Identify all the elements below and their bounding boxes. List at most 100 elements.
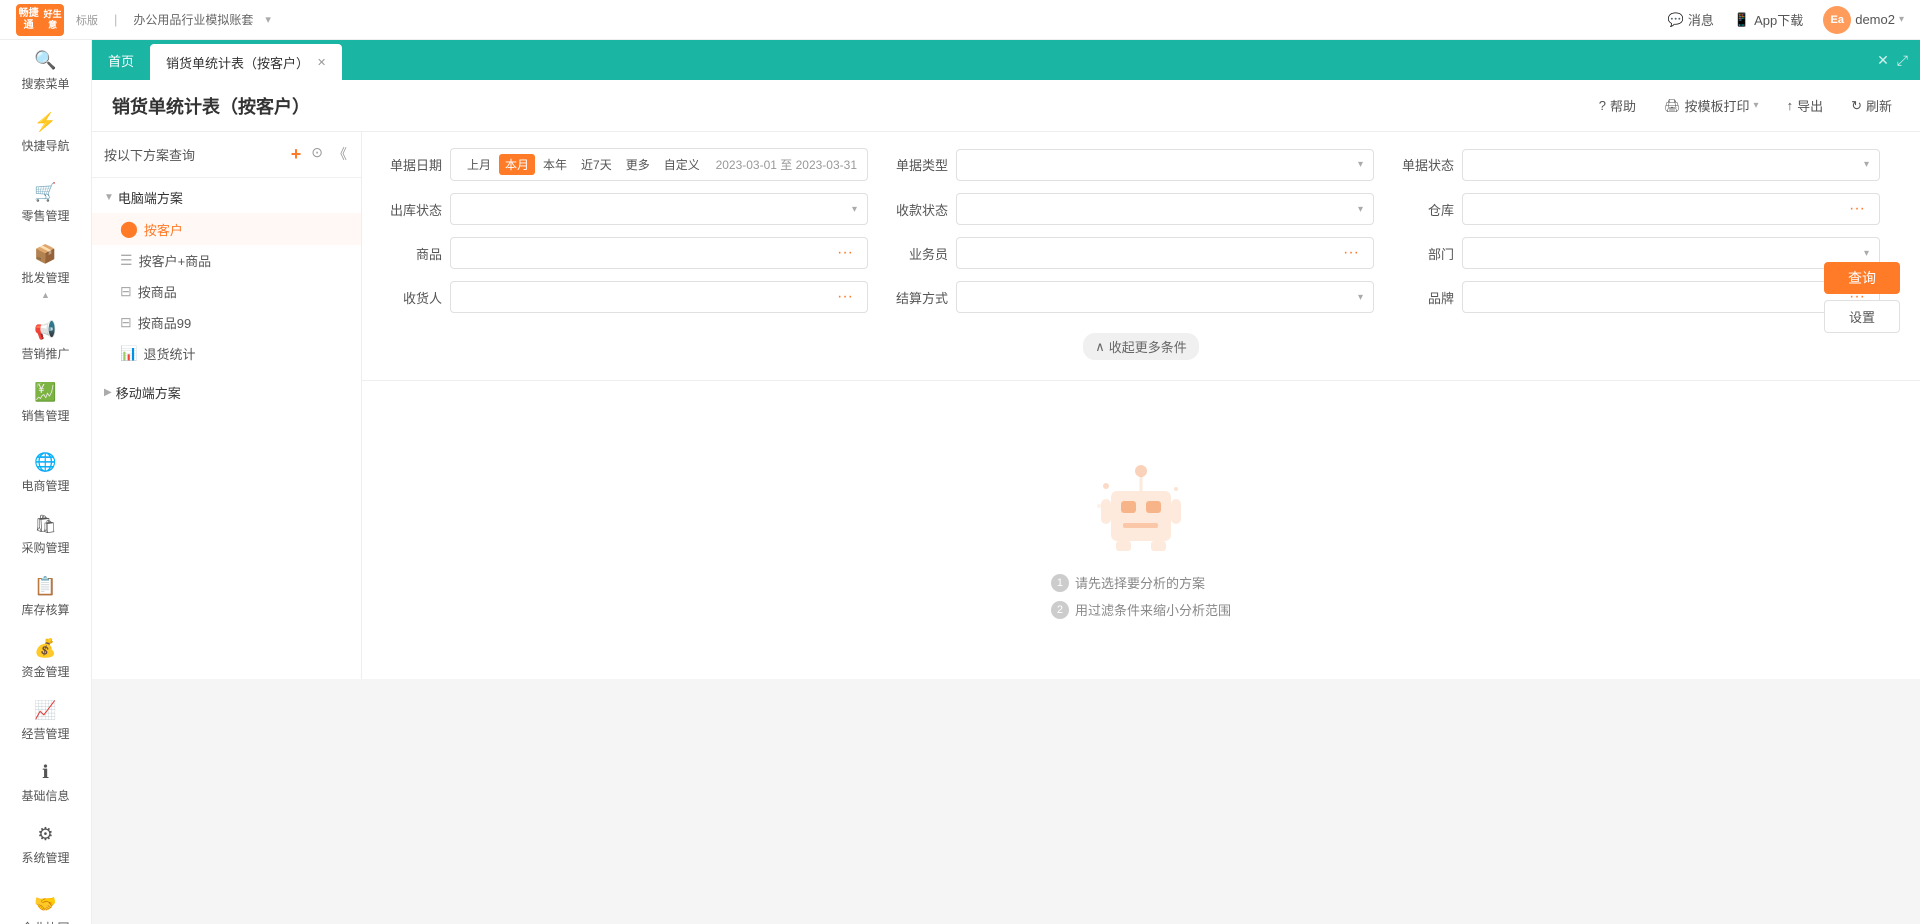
consignee-input[interactable]: ···: [450, 281, 868, 313]
date-tab-this-month[interactable]: 本月: [499, 154, 535, 175]
finance-icon: 💰: [34, 638, 56, 659]
date-tab-this-year[interactable]: 本年: [537, 154, 573, 175]
empty-tips: 1 请先选择要分析的方案 2 用过滤条件来缩小分析范围: [1051, 573, 1231, 619]
scheme-item-icon-return-stats: 📊: [120, 345, 137, 362]
product-dots[interactable]: ···: [833, 244, 857, 262]
print-button[interactable]: 🖨 按模板打印 ▾: [1656, 92, 1767, 119]
scheme-group-arrow-mobile: ▶: [104, 387, 112, 398]
scheme-item-by-customer-product[interactable]: ☰ 按客户+商品: [92, 245, 361, 276]
page-content: 销货单统计表（按客户） ? 帮助 🖨 按模板打印 ▾ ↑: [92, 80, 1920, 924]
wholesale-expand-icon: ▲: [41, 290, 50, 300]
scheme-item-return-stats[interactable]: 📊 退货统计: [92, 338, 361, 369]
tab-home[interactable]: 首页: [92, 40, 150, 80]
message-button[interactable]: 💬 消息: [1668, 10, 1714, 29]
scheme-collapse-button[interactable]: 《: [331, 142, 349, 167]
receipt-status-label: 收款状态: [888, 200, 948, 219]
wholesale-icon: 📦: [34, 244, 56, 265]
filter-row-1: 单据日期 上月 本月 本年 近7天 更多 自定义: [382, 148, 1900, 181]
tab-close-button[interactable]: ✕: [317, 56, 326, 69]
date-tab-last-month[interactable]: 上月: [461, 154, 497, 175]
avatar: Ea: [1823, 6, 1851, 34]
sidebar-item-inventory[interactable]: 📋 库存核算: [0, 566, 91, 628]
enterprise-icon: 🤝: [34, 894, 56, 915]
scheme-add-button[interactable]: +: [289, 142, 304, 167]
filter-cell-bill-type: 单据类型 ▾: [888, 149, 1394, 181]
bill-type-dropdown-icon: ▾: [1358, 159, 1363, 170]
sidebar-item-operations[interactable]: 📈 经营管理: [0, 690, 91, 752]
settlement-dropdown-icon: ▾: [1358, 292, 1363, 303]
system-icon: ⚙: [37, 824, 53, 845]
page-header: 销货单统计表（按客户） ? 帮助 🖨 按模板打印 ▾ ↑: [92, 80, 1920, 132]
tab-maximize-button[interactable]: ⤢: [1897, 52, 1908, 69]
consignee-dots[interactable]: ···: [833, 288, 857, 306]
filter-panel: 按以下方案查询 + ⊙ 《 ▼ 电脑端方案: [92, 132, 1920, 679]
download-icon: 📱: [1734, 12, 1750, 28]
sidebar-item-sales-mgmt[interactable]: 💹 销售管理: [0, 372, 91, 434]
scheme-item-by-customer[interactable]: ⬤ 按客户: [92, 213, 361, 245]
settlement-input[interactable]: ▾: [956, 281, 1374, 313]
sidebar-item-ecommerce[interactable]: 🌐 电商管理: [0, 442, 91, 504]
date-tab-7days[interactable]: 近7天: [575, 154, 618, 175]
query-button[interactable]: 查询: [1824, 262, 1900, 294]
main-layout: 🔍 搜索菜单 ⚡ 快捷导航 🛒 零售管理 📦 批发管理 ▲ 📢 营销推广: [0, 40, 1920, 924]
sidebar: 🔍 搜索菜单 ⚡ 快捷导航 🛒 零售管理 📦 批发管理 ▲ 📢 营销推广: [0, 40, 92, 924]
sidebar-item-search[interactable]: 🔍 搜索菜单: [0, 40, 91, 102]
refresh-button[interactable]: ↻ 刷新: [1843, 92, 1900, 119]
top-bar: 畅捷通 好生意 标版 | 办公用品行业模拟账套 ▾ 💬 消息 📱 App下载 E…: [0, 0, 1920, 40]
scheme-item-by-product[interactable]: ⊟ 按商品: [92, 276, 361, 307]
out-status-input[interactable]: ▾: [450, 193, 868, 225]
help-button[interactable]: ? 帮助: [1591, 92, 1644, 119]
scheme-item-icon-by-customer: ⬤: [120, 219, 138, 239]
tab-close-all-button[interactable]: ✕: [1877, 52, 1889, 69]
scheme-header-title: 按以下方案查询: [104, 145, 195, 164]
scheme-group-mobile[interactable]: ▶ 移动端方案: [92, 377, 361, 408]
warehouse-label: 仓库: [1394, 200, 1454, 219]
filter-right: 单据日期 上月 本月 本年 近7天 更多 自定义: [362, 132, 1920, 679]
date-tab-custom[interactable]: 自定义: [658, 154, 706, 175]
scheme-item-by-product-99[interactable]: ⊟ 按商品99: [92, 307, 361, 338]
tab-bar: 首页 销货单统计表（按客户） ✕ ✕ ⤢: [92, 40, 1920, 80]
settings-button[interactable]: 设置: [1824, 300, 1900, 333]
user-profile[interactable]: Ea demo2 ▾: [1823, 6, 1904, 34]
app-subtitle: 标版: [76, 12, 98, 28]
quick-nav-icon: ⚡: [34, 112, 56, 133]
sidebar-item-basic-info[interactable]: ℹ 基础信息: [0, 752, 91, 814]
brand-input[interactable]: ···: [1462, 281, 1880, 313]
salesperson-dots[interactable]: ···: [1339, 244, 1363, 262]
collapse-button[interactable]: ∧ 收起更多条件: [1083, 333, 1199, 360]
page-title: 销货单统计表（按客户）: [112, 93, 310, 119]
salesperson-input[interactable]: ···: [956, 237, 1374, 269]
receipt-status-input[interactable]: ▾: [956, 193, 1374, 225]
scheme-desktop-group: ▼ 电脑端方案 ⬤ 按客户 ☰ 按客户+商品: [92, 178, 361, 373]
app-title-dropdown[interactable]: ▾: [265, 13, 271, 26]
sidebar-item-wholesale[interactable]: 📦 批发管理 ▲: [0, 234, 91, 310]
sidebar-item-system[interactable]: ⚙ 系统管理: [0, 814, 91, 876]
warehouse-input[interactable]: ···: [1462, 193, 1880, 225]
export-button[interactable]: ↑ 导出: [1779, 92, 1832, 119]
sidebar-item-purchase[interactable]: 🛍 采购管理: [0, 504, 91, 566]
product-input[interactable]: ···: [450, 237, 868, 269]
out-status-dropdown-icon: ▾: [852, 204, 857, 215]
date-input[interactable]: 上月 本月 本年 近7天 更多 自定义 2023-03-01 至 2023-03…: [450, 148, 868, 181]
app-title[interactable]: 办公用品行业模拟账套: [133, 11, 253, 28]
sidebar-item-quick-nav[interactable]: ⚡ 快捷导航: [0, 102, 91, 164]
content-area: 首页 销货单统计表（按客户） ✕ ✕ ⤢ 销货单统计表（按客户）: [92, 40, 1920, 924]
warehouse-dots[interactable]: ···: [1845, 200, 1869, 218]
date-tab-more[interactable]: 更多: [620, 154, 656, 175]
bill-type-input[interactable]: ▾: [956, 149, 1374, 181]
consignee-label: 收货人: [382, 288, 442, 307]
bill-status-input[interactable]: ▾: [1462, 149, 1880, 181]
date-range-text: 2023-03-01 至 2023-03-31: [716, 156, 857, 173]
inventory-icon: 📋: [34, 576, 56, 597]
scheme-group-desktop[interactable]: ▼ 电脑端方案: [92, 182, 361, 213]
tab-sales-stats[interactable]: 销货单统计表（按客户） ✕: [150, 44, 342, 80]
scheme-settings-button[interactable]: ⊙: [309, 142, 325, 167]
app-download-button[interactable]: 📱 App下载: [1734, 10, 1803, 29]
sidebar-item-enterprise[interactable]: 🤝 企业协同: [0, 884, 91, 924]
sidebar-item-marketing[interactable]: 📢 营销推广: [0, 310, 91, 372]
sales-mgmt-icon: 💹: [34, 382, 56, 403]
dept-input[interactable]: ▾: [1462, 237, 1880, 269]
sidebar-item-finance[interactable]: 💰 资金管理: [0, 628, 91, 690]
sidebar-item-retail[interactable]: 🛒 零售管理: [0, 172, 91, 234]
tip-num-2: 2: [1051, 601, 1069, 619]
